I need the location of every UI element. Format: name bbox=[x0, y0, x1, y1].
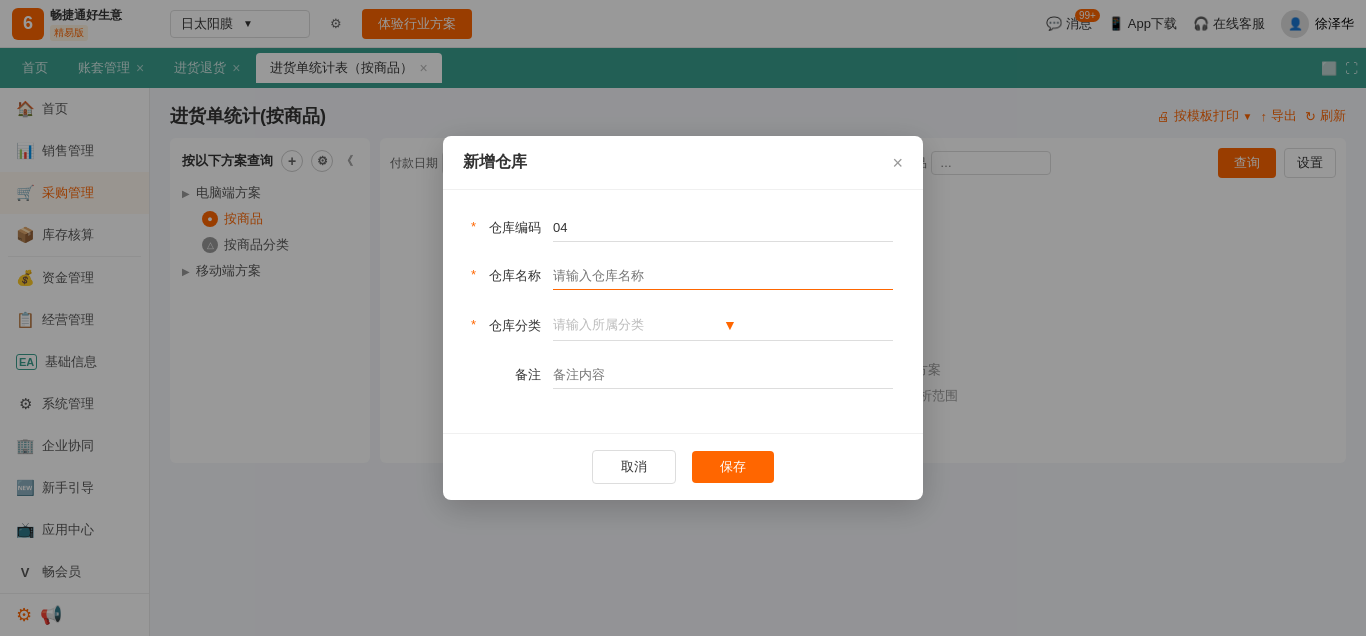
cancel-button[interactable]: 取消 bbox=[592, 450, 676, 484]
category-arrow-icon: ▼ bbox=[723, 317, 893, 333]
form-row-name: 仓库名称 bbox=[473, 262, 893, 290]
form-row-category: 仓库分类 请输入所属分类 ▼ bbox=[473, 310, 893, 341]
modal-title: 新增仓库 bbox=[463, 152, 527, 173]
form-row-code: 仓库编码 bbox=[473, 214, 893, 242]
category-select[interactable]: 请输入所属分类 ▼ bbox=[553, 310, 893, 341]
modal-body: 仓库编码 仓库名称 仓库分类 请输入所属分类 ▼ 备注 bbox=[443, 190, 923, 433]
save-button[interactable]: 保存 bbox=[692, 451, 774, 483]
category-placeholder: 请输入所属分类 bbox=[553, 316, 723, 334]
code-label: 仓库编码 bbox=[473, 219, 553, 237]
name-label: 仓库名称 bbox=[473, 267, 553, 285]
category-label: 仓库分类 bbox=[473, 317, 553, 335]
new-warehouse-modal: 新增仓库 × 仓库编码 仓库名称 仓库分类 请输入所属分类 ▼ bbox=[443, 136, 923, 500]
modal-footer: 取消 保存 bbox=[443, 433, 923, 500]
form-row-note: 备注 bbox=[473, 361, 893, 389]
modal-close-button[interactable]: × bbox=[892, 154, 903, 172]
code-input[interactable] bbox=[553, 214, 893, 242]
modal-overlay: 新增仓库 × 仓库编码 仓库名称 仓库分类 请输入所属分类 ▼ bbox=[0, 0, 1366, 636]
name-input[interactable] bbox=[553, 262, 893, 290]
note-input[interactable] bbox=[553, 361, 893, 389]
modal-header: 新增仓库 × bbox=[443, 136, 923, 190]
note-label: 备注 bbox=[473, 366, 553, 384]
